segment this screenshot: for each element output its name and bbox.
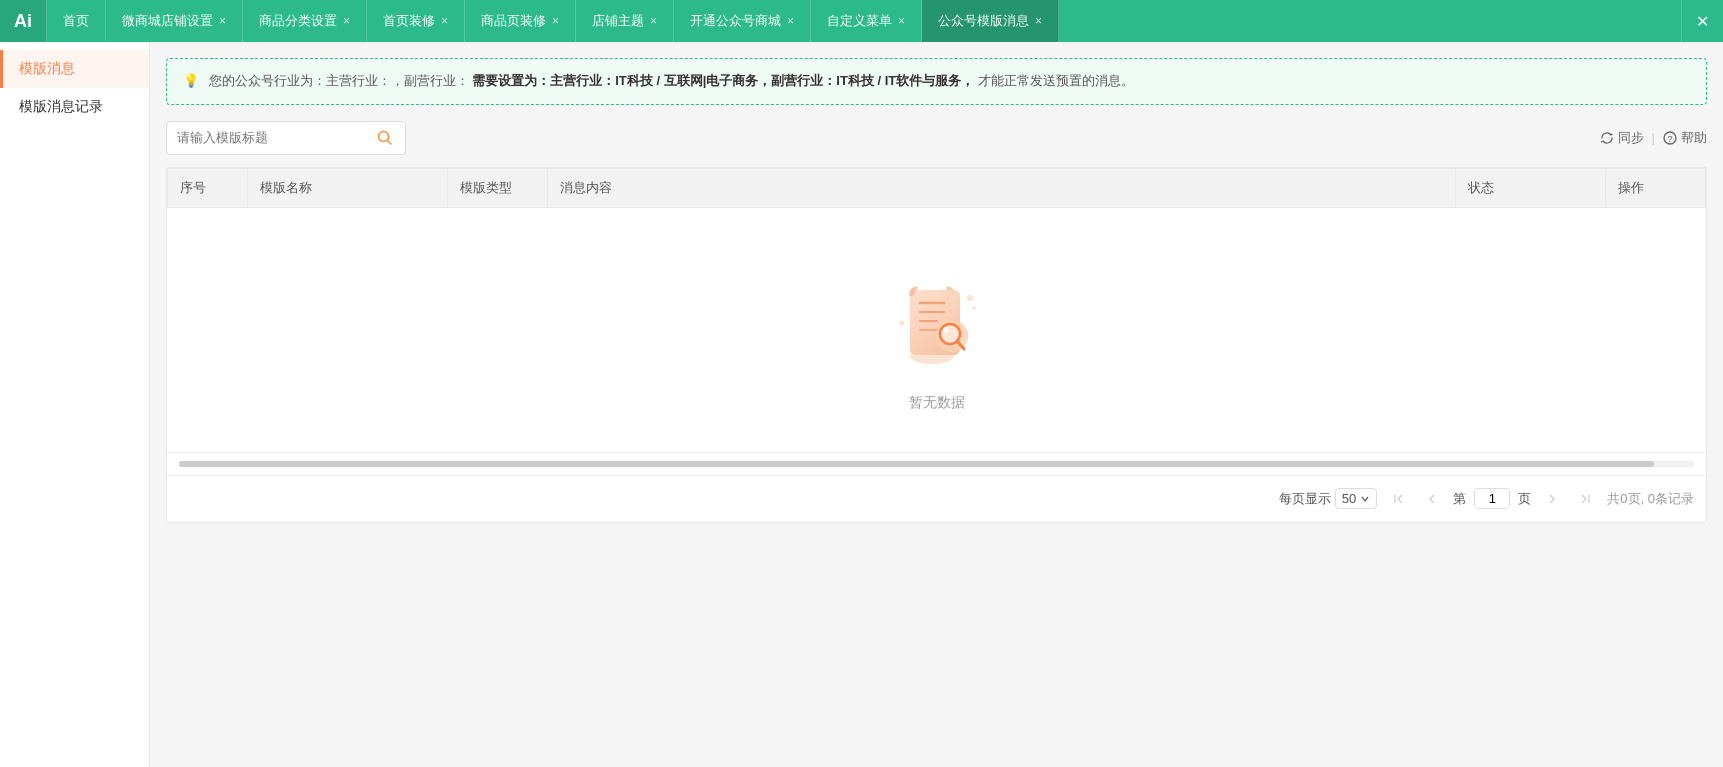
sync-button[interactable]: 同步 [1600, 129, 1644, 147]
tab-product-decor-label: 商品页装修 [481, 12, 546, 30]
page-first-icon [1392, 493, 1404, 505]
sidebar-item-template-record-label: 模版消息记录 [19, 98, 103, 114]
svg-point-17 [899, 320, 904, 325]
tab-micro-store-close[interactable]: × [219, 14, 226, 28]
tab-home-decor-label: 首页装修 [383, 12, 435, 30]
col-header-content: 消息内容 [548, 168, 1456, 207]
tab-product-category[interactable]: 商品分类设置 × [243, 0, 367, 42]
empty-state: 暂无数据 [168, 208, 1706, 452]
svg-text:?: ? [1667, 134, 1672, 144]
page-input[interactable] [1474, 488, 1510, 509]
sidebar-item-template-msg[interactable]: 模版消息 [0, 50, 149, 88]
logo-text: Ai [14, 11, 32, 32]
col-header-status: 状态 [1456, 168, 1606, 207]
bulb-icon: 💡 [183, 73, 199, 88]
search-button[interactable] [367, 122, 403, 154]
page-size-dropdown[interactable]: 50 [1335, 488, 1377, 509]
svg-line-1 [388, 140, 392, 144]
tab-template-msg-label: 公众号模版消息 [938, 12, 1029, 30]
tab-store-theme-label: 店铺主题 [592, 12, 644, 30]
table-container: 序号 模版名称 模版类型 消息内容 状态 操作 [166, 167, 1707, 523]
tab-micro-store[interactable]: 微商城店铺设置 × [106, 0, 243, 42]
page-first-button[interactable] [1385, 486, 1411, 512]
total-info: 共0页, 0条记录 [1607, 490, 1694, 508]
help-button[interactable]: ? 帮助 [1663, 129, 1707, 147]
empty-icon [882, 268, 992, 378]
top-nav: Ai 首页 微商城店铺设置 × 商品分类设置 × 首页装修 × 商品页装修 × … [0, 0, 1723, 42]
tab-store-theme-close[interactable]: × [650, 14, 657, 28]
page-label: 第 [1453, 490, 1466, 508]
search-bar: 同步 | ? 帮助 [166, 121, 1707, 155]
svg-point-14 [943, 327, 949, 333]
info-alert: 💡 您的公众号行业为：主营行业：，副营行业： 需要设置为：主营行业：IT科技 /… [166, 58, 1707, 105]
help-label: 帮助 [1681, 129, 1707, 147]
tab-custom-menu-close[interactable]: × [898, 14, 905, 28]
empty-text: 暂无数据 [909, 394, 965, 412]
svg-point-15 [967, 295, 973, 301]
tab-open-mall-close[interactable]: × [787, 14, 794, 28]
sidebar: 模版消息 模版消息记录 [0, 42, 150, 767]
tab-open-mall[interactable]: 开通公众号商城 × [674, 0, 811, 42]
chevron-down-icon [1360, 494, 1370, 504]
global-close-button[interactable]: ✕ [1681, 0, 1723, 42]
tab-open-mall-label: 开通公众号商城 [690, 12, 781, 30]
col-header-index: 序号 [168, 168, 248, 207]
sidebar-item-template-record[interactable]: 模版消息记录 [0, 88, 149, 126]
alert-prefix: 您的公众号行业为：主营行业：，副营行业： [209, 73, 469, 88]
search-input[interactable] [167, 124, 367, 151]
table-header-row: 序号 模版名称 模版类型 消息内容 状态 操作 [168, 168, 1706, 207]
main-content: 💡 您的公众号行业为：主营行业：，副营行业： 需要设置为：主营行业：IT科技 /… [150, 42, 1723, 767]
search-input-wrap [166, 121, 406, 155]
pagination: 每页显示 50 [167, 475, 1706, 522]
search-actions: 同步 | ? 帮助 [1600, 129, 1707, 147]
tab-custom-menu-label: 自定义菜单 [827, 12, 892, 30]
alert-suffix: 才能正常发送预置的消息。 [978, 73, 1134, 88]
col-header-action: 操作 [1606, 168, 1706, 207]
page-next-button[interactable] [1539, 486, 1565, 512]
help-icon: ? [1663, 131, 1677, 145]
page-unit: 页 [1518, 490, 1531, 508]
tab-home-decor-close[interactable]: × [441, 14, 448, 28]
tab-home[interactable]: 首页 [47, 0, 106, 42]
page-size-select: 每页显示 50 [1279, 488, 1377, 509]
scroll-bar-thumb[interactable] [179, 461, 1654, 467]
scroll-bar-area[interactable] [167, 452, 1706, 475]
sync-label: 同步 [1618, 129, 1644, 147]
main-layout: 模版消息 模版消息记录 💡 您的公众号行业为：主营行业：，副营行业： 需要设置为… [0, 42, 1723, 767]
page-size-value: 50 [1342, 491, 1356, 506]
tab-product-decor[interactable]: 商品页装修 × [465, 0, 576, 42]
tab-template-msg-close[interactable]: × [1035, 14, 1042, 28]
per-page-label: 每页显示 [1279, 490, 1331, 508]
svg-point-16 [972, 306, 976, 310]
col-header-name: 模版名称 [248, 168, 448, 207]
logo-area: Ai [0, 0, 47, 42]
tab-home-decor[interactable]: 首页装修 × [367, 0, 465, 42]
data-table: 序号 模版名称 模版类型 消息内容 状态 操作 [167, 168, 1706, 452]
page-prev-button[interactable] [1419, 486, 1445, 512]
scroll-bar-track[interactable] [179, 461, 1694, 467]
tab-product-decor-close[interactable]: × [552, 14, 559, 28]
empty-state-row: 暂无数据 [168, 207, 1706, 452]
tab-template-msg[interactable]: 公众号模版消息 × [922, 0, 1059, 42]
page-next-icon [1547, 494, 1557, 504]
tab-custom-menu[interactable]: 自定义菜单 × [811, 0, 922, 42]
tab-product-category-label: 商品分类设置 [259, 12, 337, 30]
col-header-type: 模版类型 [448, 168, 548, 207]
divider: | [1652, 130, 1655, 145]
sync-icon [1600, 131, 1614, 145]
page-last-icon [1580, 493, 1592, 505]
search-icon [377, 130, 393, 146]
sidebar-item-template-msg-label: 模版消息 [19, 60, 75, 76]
alert-highlight: 需要设置为：主营行业：IT科技 / 互联网|电子商务，副营行业：IT科技 / I… [472, 73, 974, 88]
tab-store-theme[interactable]: 店铺主题 × [576, 0, 674, 42]
page-last-button[interactable] [1573, 486, 1599, 512]
page-prev-icon [1427, 494, 1437, 504]
close-icon: ✕ [1696, 12, 1709, 31]
tab-home-label: 首页 [63, 12, 89, 30]
tab-product-category-close[interactable]: × [343, 14, 350, 28]
tab-micro-store-label: 微商城店铺设置 [122, 12, 213, 30]
